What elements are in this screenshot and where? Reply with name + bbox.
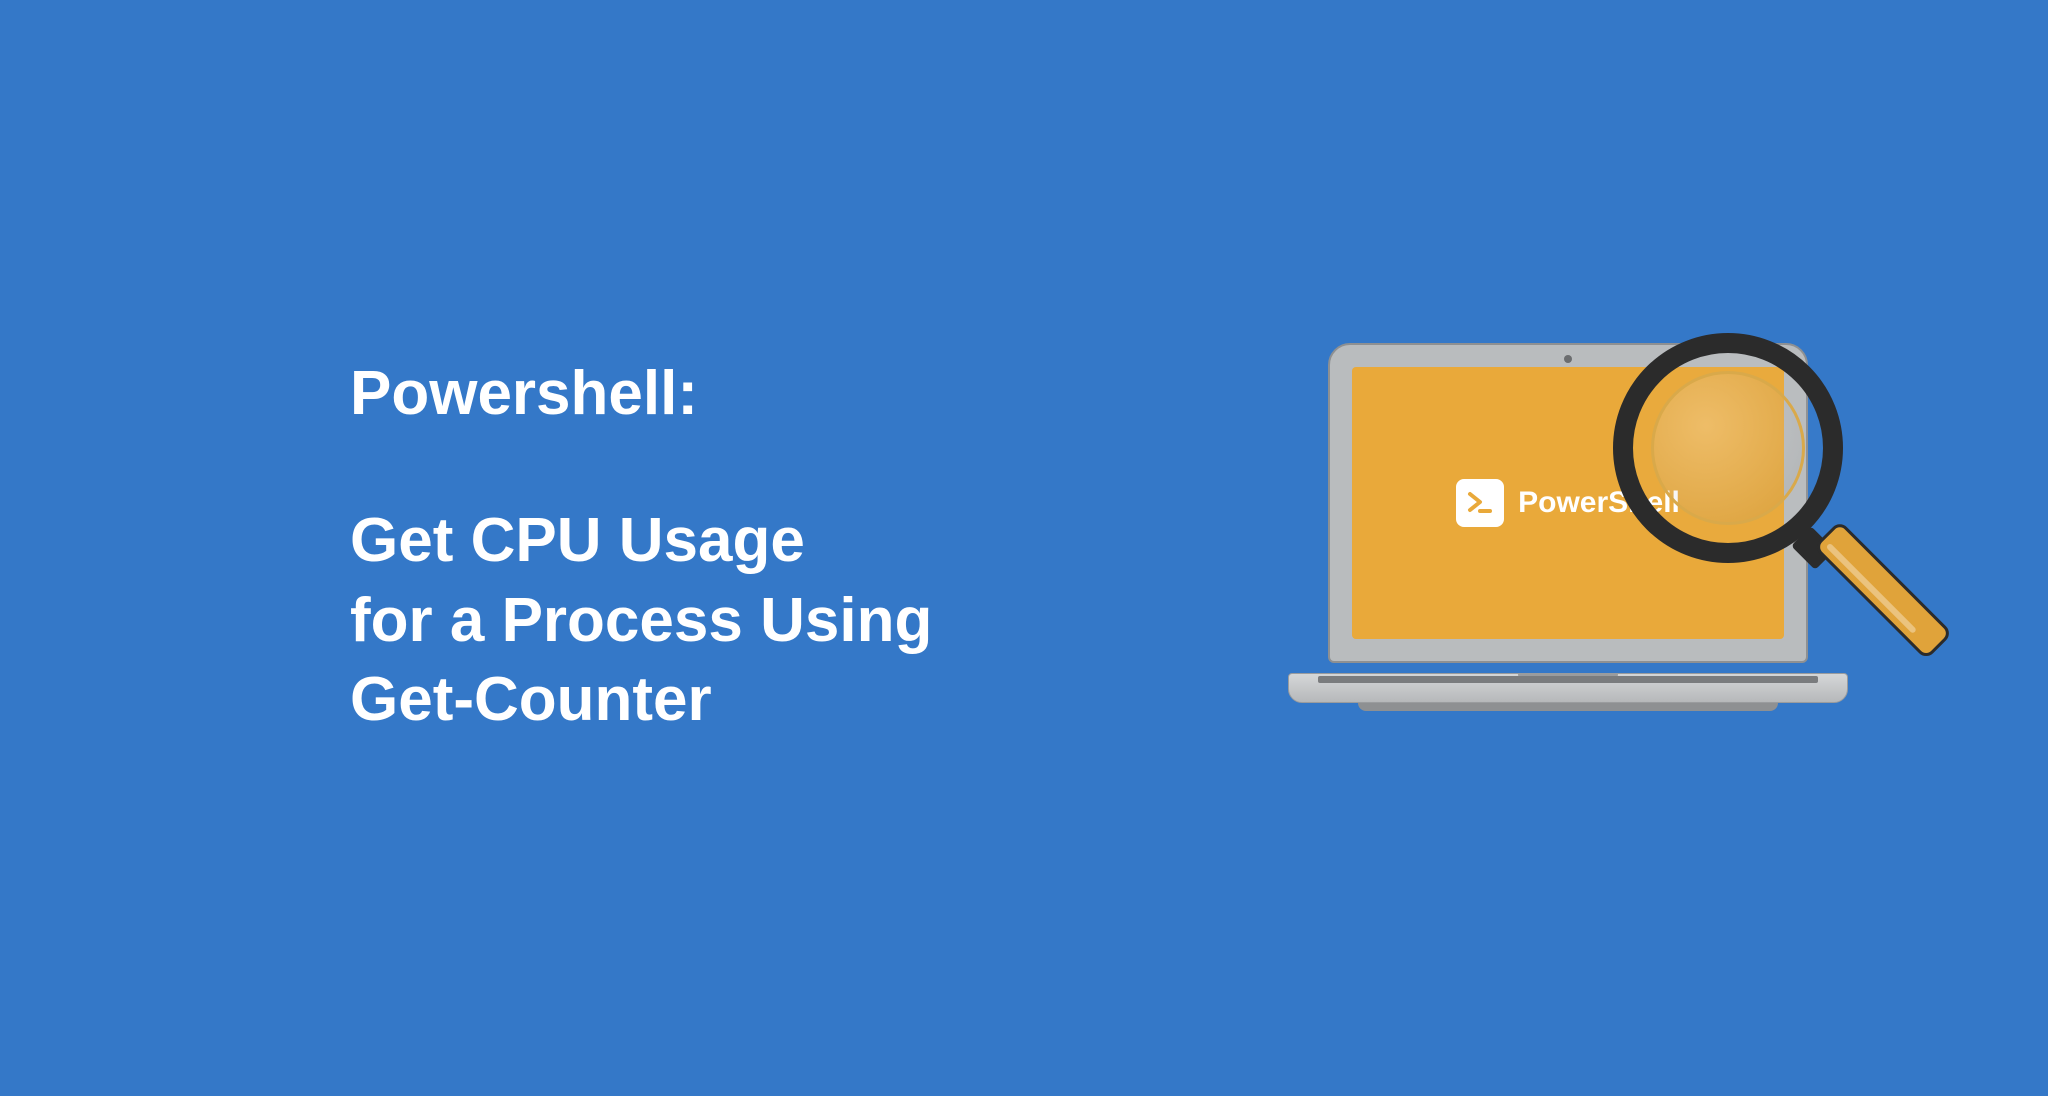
magnifying-glass-icon: [1613, 333, 1913, 703]
heading-main: Get CPU Usage for a Process Using Get-Co…: [350, 501, 1208, 739]
laptop-camera: [1564, 355, 1572, 363]
powershell-icon: [1456, 479, 1504, 527]
heading-line-1: Get CPU Usage: [350, 501, 1208, 580]
powershell-glyph-icon: [1464, 487, 1496, 519]
magnifier-lens-glass: [1651, 371, 1805, 525]
heading-line-3: Get-Counter: [350, 660, 1208, 739]
banner-container: Powershell: Get CPU Usage for a Process …: [0, 0, 2048, 1096]
laptop-foot: [1358, 703, 1778, 711]
heading-line-2: for a Process Using: [350, 581, 1208, 660]
laptop-illustration: PowerShell: [1208, 278, 1928, 818]
headline-block: Powershell: Get CPU Usage for a Process …: [120, 357, 1208, 739]
heading-top: Powershell:: [350, 357, 1208, 431]
magnifier-handle: [1813, 520, 1953, 660]
